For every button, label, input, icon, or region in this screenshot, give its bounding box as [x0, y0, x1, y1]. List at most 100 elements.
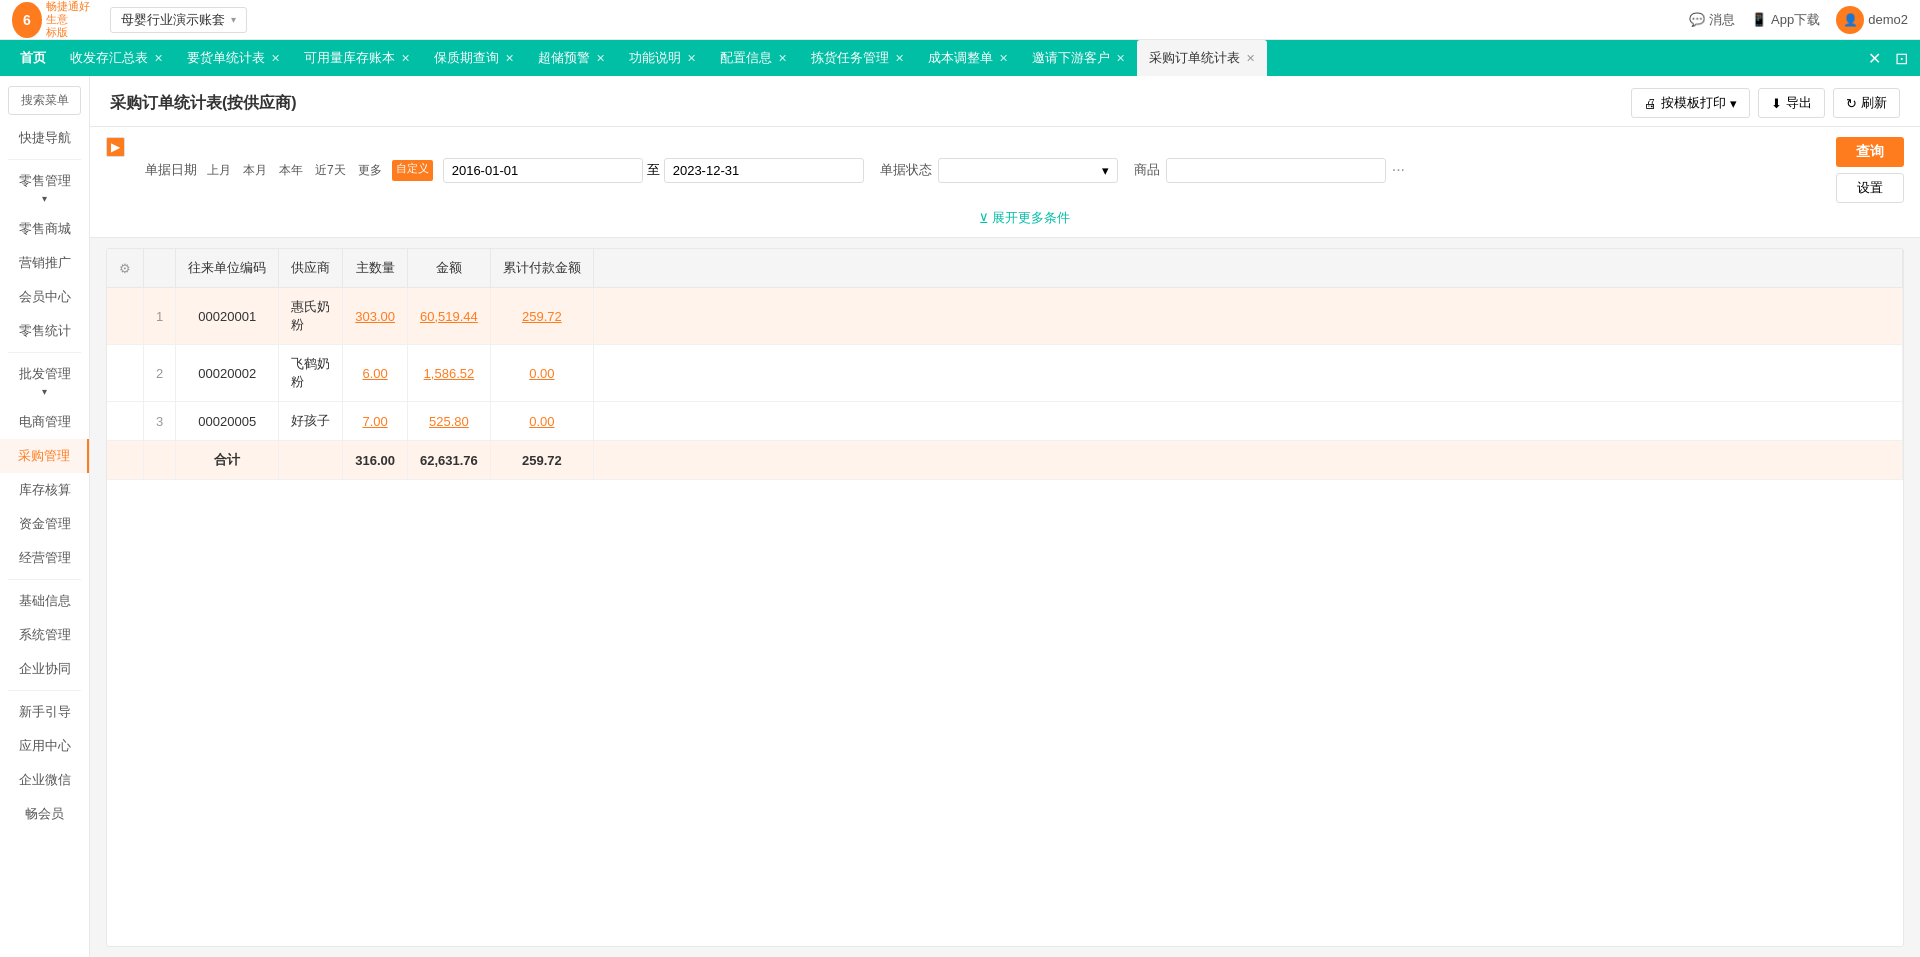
sidebar-item-member-center[interactable]: 会员中心 [0, 280, 89, 314]
sidebar-item-retail-mall[interactable]: 零售商城 [0, 212, 89, 246]
sidebar-item-newbie-guide[interactable]: 新手引导 [0, 695, 89, 729]
close-icon[interactable]: ✕ [271, 52, 280, 65]
tab-yaoqing[interactable]: 邀请下游客户 ✕ [1020, 40, 1137, 76]
date-to-input[interactable] [664, 158, 864, 183]
collapse-filter-button[interactable]: ▶ [106, 137, 125, 157]
tab-jianhuo[interactable]: 拣货任务管理 ✕ [799, 40, 916, 76]
tab-gongneng[interactable]: 功能说明 ✕ [617, 40, 708, 76]
sidebar-item-marketing[interactable]: 营销推广 [0, 246, 89, 280]
row-extra [593, 288, 1902, 345]
sidebar-item-retail-mgmt[interactable]: 零售管理 ▾ [0, 164, 89, 212]
close-icon[interactable]: ✕ [505, 52, 514, 65]
sidebar-item-inventory[interactable]: 库存核算 [0, 473, 89, 507]
row-amount[interactable]: 1,586.52 [408, 345, 491, 402]
restore-tabs-icon[interactable]: ⊡ [1891, 49, 1912, 68]
expand-filters-button[interactable]: ⊻ 展开更多条件 [979, 209, 1070, 227]
table-row: 2 00020002 飞鹤奶粉 6.00 1,586.52 0.00 [107, 345, 1903, 402]
shortcut-7days[interactable]: 近7天 [311, 160, 350, 181]
app-download-button[interactable]: 📱 App下载 [1751, 11, 1820, 29]
tab-chengben[interactable]: 成本调整单 ✕ [916, 40, 1020, 76]
close-icon[interactable]: ✕ [154, 52, 163, 65]
th-supplier: 供应商 [279, 249, 343, 288]
table-header-row: ⚙ 往来单位编码 供应商 主数量 金额 累计付款金额 [107, 249, 1903, 288]
row-paid[interactable]: 0.00 [490, 402, 593, 441]
print-arrow-icon: ▾ [1730, 96, 1737, 111]
action-buttons: 查询 设置 [1836, 137, 1904, 203]
date-from-input[interactable] [443, 158, 643, 183]
row-index: 3 [144, 402, 176, 441]
sidebar-item-enterprise-wechat[interactable]: 企业微信 [0, 763, 89, 797]
sidebar-item-quick-nav[interactable]: 快捷导航 [0, 121, 89, 155]
tab-home[interactable]: 首页 [8, 40, 58, 76]
message-button[interactable]: 💬 消息 [1689, 11, 1735, 29]
page-title: 采购订单统计表(按供应商) [110, 93, 297, 114]
sidebar-item-retail-stats[interactable]: 零售统计 [0, 314, 89, 348]
status-select[interactable]: ▾ [938, 158, 1118, 183]
date-shortcuts: 上月 本月 本年 近7天 更多 自定义 [203, 160, 433, 181]
close-icon[interactable]: ✕ [596, 52, 605, 65]
workspace-name: 母婴行业演示账套 [121, 11, 225, 29]
row-quantity[interactable]: 6.00 [343, 345, 408, 402]
close-icon[interactable]: ✕ [999, 52, 1008, 65]
row-amount[interactable]: 525.80 [408, 402, 491, 441]
close-all-tabs-icon[interactable]: ✕ [1864, 49, 1885, 68]
sidebar-item-basic-info[interactable]: 基础信息 [0, 584, 89, 618]
refresh-button[interactable]: ↻ 刷新 [1833, 88, 1900, 118]
close-icon[interactable]: ✕ [687, 52, 696, 65]
footer-label-cell: 合计 [176, 441, 279, 480]
shortcut-this-month[interactable]: 本月 [239, 160, 271, 181]
export-button[interactable]: ⬇ 导出 [1758, 88, 1825, 118]
close-icon[interactable]: ✕ [1116, 52, 1125, 65]
footer-settings-cell [107, 441, 144, 480]
search-menu-button[interactable]: 搜索菜单 [8, 86, 81, 115]
row-quantity[interactable]: 303.00 [343, 288, 408, 345]
tab-keyongliang[interactable]: 可用量库存账本 ✕ [292, 40, 422, 76]
row-amount[interactable]: 60,519.44 [408, 288, 491, 345]
workspace-selector[interactable]: 母婴行业演示账套 ▾ [110, 7, 247, 33]
tab-caigou-active[interactable]: 采购订单统计表 ✕ [1137, 40, 1267, 76]
close-icon[interactable]: ✕ [401, 52, 410, 65]
goods-more-icon[interactable]: ··· [1392, 161, 1405, 179]
sidebar-item-purchase-mgmt[interactable]: 采购管理 [0, 439, 89, 473]
close-icon[interactable]: ✕ [1246, 52, 1255, 65]
status-filter-group: 单据状态 ▾ [880, 158, 1118, 183]
row-supplier: 飞鹤奶粉 [279, 345, 343, 402]
export-icon: ⬇ [1771, 96, 1782, 111]
user-avatar: 👤 [1836, 6, 1864, 34]
tab-yaohuo[interactable]: 要货单统计表 ✕ [175, 40, 292, 76]
user-profile[interactable]: 👤 demo2 [1836, 6, 1908, 34]
shortcut-more[interactable]: 更多 [354, 160, 386, 181]
sidebar-item-finance[interactable]: 资金管理 [0, 507, 89, 541]
column-settings-icon[interactable]: ⚙ [119, 261, 131, 276]
sidebar-item-wholesale-mgmt[interactable]: 批发管理 ▾ [0, 357, 89, 405]
shortcut-last-month[interactable]: 上月 [203, 160, 235, 181]
close-icon[interactable]: ✕ [895, 52, 904, 65]
sidebar-item-member-app[interactable]: 畅会员 [0, 797, 89, 831]
sidebar-item-app-center[interactable]: 应用中心 [0, 729, 89, 763]
row-extra [593, 345, 1902, 402]
shortcut-this-year[interactable]: 本年 [275, 160, 307, 181]
settings-button[interactable]: 设置 [1836, 173, 1904, 203]
tab-shoufacun[interactable]: 收发存汇总表 ✕ [58, 40, 175, 76]
th-index [144, 249, 176, 288]
row-index: 1 [144, 288, 176, 345]
footer-index-cell [144, 441, 176, 480]
query-button[interactable]: 查询 [1836, 137, 1904, 167]
row-quantity[interactable]: 7.00 [343, 402, 408, 441]
print-button[interactable]: 🖨 按模板打印 ▾ [1631, 88, 1750, 118]
footer-amount: 62,631.76 [408, 441, 491, 480]
row-settings-cell [107, 345, 144, 402]
close-icon[interactable]: ✕ [778, 52, 787, 65]
tab-baozhi[interactable]: 保质期查询 ✕ [422, 40, 526, 76]
row-paid[interactable]: 259.72 [490, 288, 593, 345]
row-paid[interactable]: 0.00 [490, 345, 593, 402]
sidebar-item-ecommerce[interactable]: 电商管理 [0, 405, 89, 439]
sidebar-item-ops-mgmt[interactable]: 经营管理 [0, 541, 89, 575]
tab-peizhi[interactable]: 配置信息 ✕ [708, 40, 799, 76]
goods-input[interactable] [1166, 158, 1386, 183]
sidebar-item-enterprise-collab[interactable]: 企业协同 [0, 652, 89, 686]
row-supplier: 惠氏奶粉 [279, 288, 343, 345]
data-table-container: ⚙ 往来单位编码 供应商 主数量 金额 累计付款金额 [106, 248, 1904, 947]
tab-chaochu[interactable]: 超储预警 ✕ [526, 40, 617, 76]
sidebar-item-system-mgmt[interactable]: 系统管理 [0, 618, 89, 652]
